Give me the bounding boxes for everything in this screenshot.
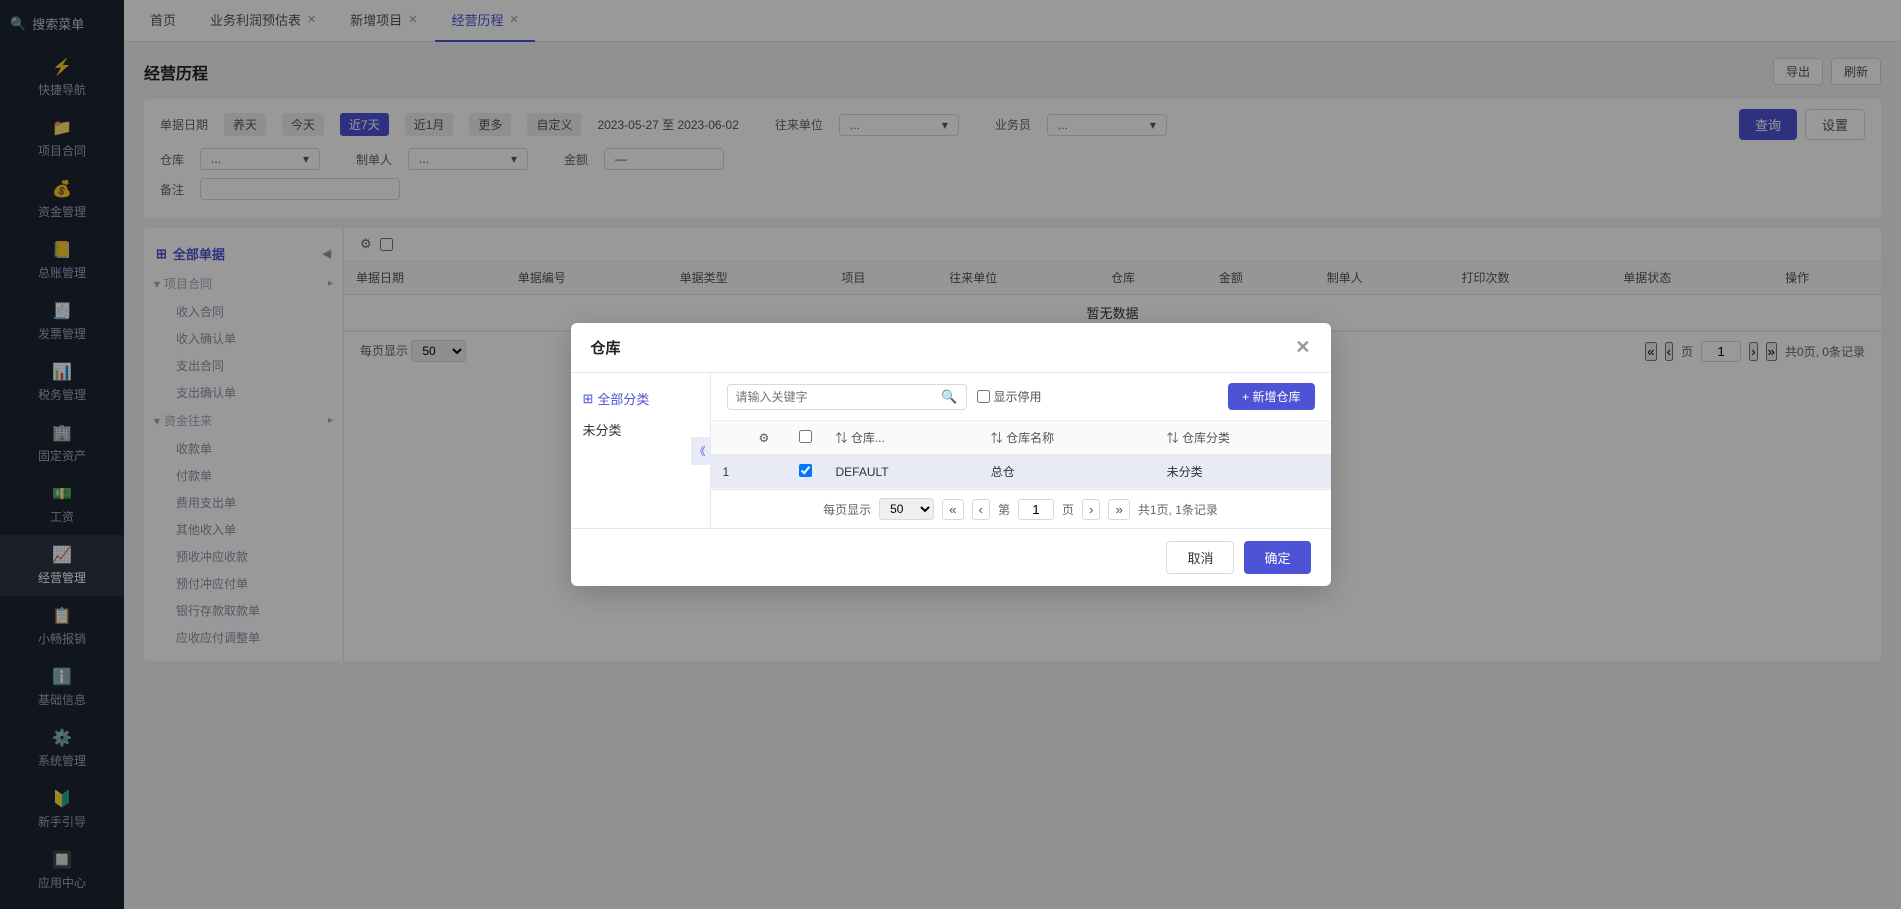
warehouse-modal: 仓库 ✕ ⊞ 全部分类 未分类 《 🔍: [571, 323, 1331, 586]
row-code: DEFAULT: [824, 455, 979, 489]
modal-category-all-btn[interactable]: ⊞ 全部分类: [571, 383, 710, 414]
col-row-number: [711, 421, 747, 455]
col-modal-category: ⇅ 仓库分类: [1155, 421, 1331, 455]
row-number: 1: [711, 455, 747, 489]
modal-first-page-btn[interactable]: «: [942, 499, 963, 520]
modal-select-all[interactable]: [799, 430, 812, 443]
modal-collapse-left-btn[interactable]: 《: [691, 437, 710, 465]
show-disabled-label[interactable]: 显示停用: [977, 388, 1042, 405]
modal-table-wrap: ⚙ ⇅ 仓库... ⇅ 仓库名称 ⇅ 仓库分类: [711, 421, 1331, 489]
modal-title: 仓库: [591, 337, 621, 358]
modal-confirm-btn[interactable]: 确定: [1244, 541, 1310, 574]
modal-cancel-btn[interactable]: 取消: [1166, 541, 1234, 574]
col-modal-settings[interactable]: ⚙: [747, 421, 787, 455]
show-disabled-checkbox[interactable]: [977, 390, 990, 403]
modal-search-icon: 🔍: [941, 389, 957, 405]
col-modal-checkbox: [787, 421, 824, 455]
row-category: 未分类: [1155, 455, 1331, 489]
modal-category-uncategorized[interactable]: 未分类: [571, 414, 710, 445]
modal-overlay: 仓库 ✕ ⊞ 全部分类 未分类 《 🔍: [0, 0, 1901, 909]
modal-next-page-btn[interactable]: ›: [1082, 499, 1100, 520]
row-checkbox[interactable]: [787, 455, 824, 489]
modal-toolbar: 🔍 显示停用 + 新增仓库: [711, 373, 1331, 421]
modal-pagination: 每页显示 50 100 « ‹ 第 页 › » 共1页, 1条记录: [711, 489, 1331, 528]
modal-prev-page-btn[interactable]: ‹: [972, 499, 990, 520]
modal-per-page-select[interactable]: 50 100: [879, 498, 934, 520]
col-modal-code: ⇅ 仓库...: [824, 421, 979, 455]
modal-table-row[interactable]: 1 DEFAULT 总仓 未分类: [711, 455, 1331, 489]
col-modal-name: ⇅ 仓库名称: [979, 421, 1155, 455]
modal-table-header: ⚙ ⇅ 仓库... ⇅ 仓库名称 ⇅ 仓库分类: [711, 421, 1331, 455]
modal-page-input[interactable]: [1018, 499, 1054, 520]
modal-close-btn[interactable]: ✕: [1295, 337, 1310, 358]
modal-last-page-btn[interactable]: »: [1108, 499, 1129, 520]
row-settings: [747, 455, 787, 489]
modal-left-pane: ⊞ 全部分类 未分类 《: [571, 373, 711, 528]
modal-footer: 取消 确定: [571, 528, 1331, 586]
row-name: 总仓: [979, 455, 1155, 489]
add-warehouse-btn[interactable]: + 新增仓库: [1228, 383, 1314, 410]
modal-right-pane: 🔍 显示停用 + 新增仓库 ⚙: [711, 373, 1331, 528]
modal-search-input[interactable]: [736, 390, 942, 404]
modal-body: ⊞ 全部分类 未分类 《 🔍 显示停用 + 新增仓库: [571, 373, 1331, 528]
grid-icon-modal: ⊞: [583, 391, 594, 407]
modal-search-wrap: 🔍: [727, 384, 967, 410]
modal-table: ⚙ ⇅ 仓库... ⇅ 仓库名称 ⇅ 仓库分类: [711, 421, 1331, 489]
modal-header: 仓库 ✕: [571, 323, 1331, 373]
modal-total-info: 共1页, 1条记录: [1138, 501, 1218, 518]
